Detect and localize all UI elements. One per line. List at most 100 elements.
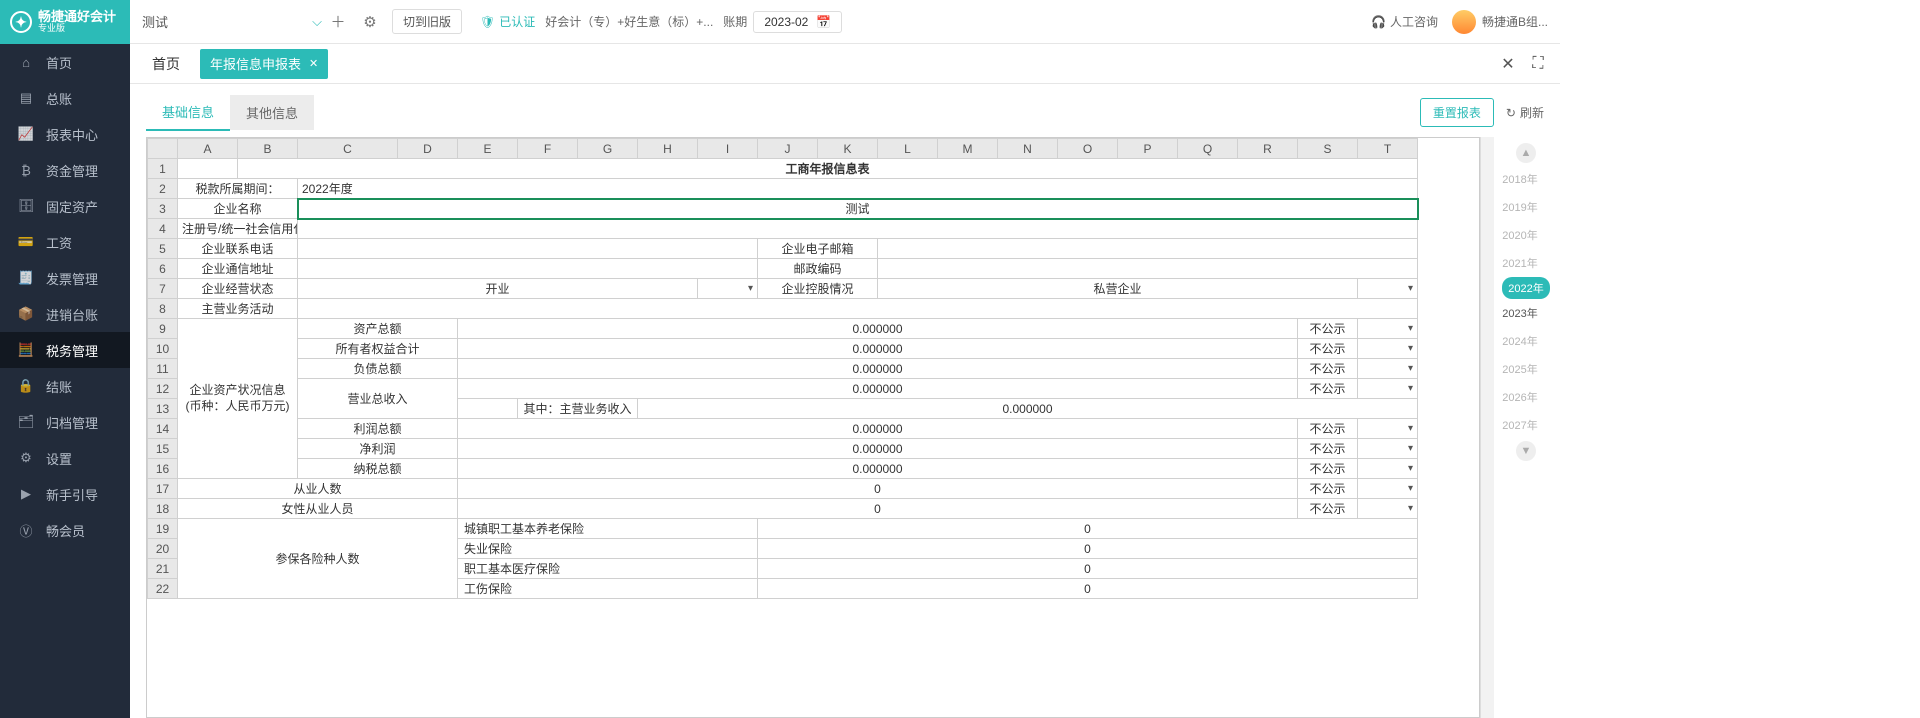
spreadsheet[interactable]: ABCDEFGHIJKLMNOPQRST1工商年报信息表2税款所属期间：2022… [146, 137, 1480, 718]
col-header[interactable]: R [1238, 139, 1298, 159]
period-select[interactable]: 2023-02 📅 [753, 11, 842, 33]
row-header[interactable]: 1 [148, 159, 178, 179]
col-header[interactable]: I [698, 139, 758, 159]
publish-select[interactable]: 不公示 [1298, 499, 1358, 519]
cell-select[interactable]: 私营企业 [878, 279, 1358, 299]
sidebar-item-salary[interactable]: 💳工资 [0, 224, 130, 260]
dropdown-icon[interactable] [698, 279, 758, 299]
publish-select[interactable]: 不公示 [1298, 419, 1358, 439]
row-header[interactable]: 17 [148, 479, 178, 499]
publish-select[interactable]: 不公示 [1298, 479, 1358, 499]
col-header[interactable]: C [298, 139, 398, 159]
row-header[interactable]: 21 [148, 559, 178, 579]
row-header[interactable]: 5 [148, 239, 178, 259]
subtab-basic[interactable]: 基础信息 [146, 94, 230, 131]
vertical-scrollbar[interactable] [1480, 137, 1494, 718]
row-header[interactable]: 14 [148, 419, 178, 439]
row-header[interactable]: 18 [148, 499, 178, 519]
year-item[interactable]: 2025年 [1502, 355, 1549, 383]
col-header[interactable]: G [578, 139, 638, 159]
refresh-button[interactable]: ↻ 刷新 [1506, 104, 1544, 121]
col-header[interactable]: P [1118, 139, 1178, 159]
row-header[interactable]: 9 [148, 319, 178, 339]
gear-icon[interactable]: ⚙ [358, 10, 382, 34]
tab-home[interactable]: 首页 [140, 54, 192, 74]
customer-service-link[interactable]: 🎧 人工咨询 [1371, 13, 1438, 30]
year-item[interactable]: 2027年 [1502, 411, 1549, 439]
cell-input[interactable] [298, 259, 758, 279]
col-header[interactable]: K [818, 139, 878, 159]
row-header[interactable]: 19 [148, 519, 178, 539]
dropdown-icon[interactable] [1358, 439, 1418, 459]
col-header[interactable]: B [238, 139, 298, 159]
dropdown-icon[interactable] [1358, 339, 1418, 359]
sidebar-item-guide[interactable]: ▶新手引导 [0, 476, 130, 512]
year-item[interactable]: 2018年 [1502, 165, 1549, 193]
cell-value[interactable]: 0.000000 [458, 439, 1298, 459]
cell-input[interactable] [878, 239, 1418, 259]
year-item[interactable]: 2024年 [1502, 327, 1549, 355]
row-header[interactable]: 15 [148, 439, 178, 459]
col-header[interactable]: J [758, 139, 818, 159]
year-item[interactable]: 2022年 [1502, 277, 1549, 299]
cell-value[interactable]: 0.000000 [458, 459, 1298, 479]
row-header[interactable]: 8 [148, 299, 178, 319]
sidebar-item-close[interactable]: 🔒结账 [0, 368, 130, 404]
cell-value[interactable]: 0.000000 [458, 359, 1298, 379]
publish-select[interactable]: 不公示 [1298, 439, 1358, 459]
row-header[interactable]: 20 [148, 539, 178, 559]
cell-value[interactable]: 0.000000 [458, 319, 1298, 339]
publish-select[interactable]: 不公示 [1298, 319, 1358, 339]
row-header[interactable]: 3 [148, 199, 178, 219]
company-select[interactable]: 测试 ⌵ [142, 8, 322, 35]
col-header[interactable]: H [638, 139, 698, 159]
cell-value[interactable]: 0.000000 [458, 339, 1298, 359]
col-header[interactable]: M [938, 139, 998, 159]
cell-value[interactable]: 0.000000 [458, 379, 1298, 399]
cell-select[interactable]: 开业 [298, 279, 698, 299]
col-header[interactable]: A [178, 139, 238, 159]
switch-old-version-button[interactable]: 切到旧版 [392, 9, 462, 34]
dropdown-icon[interactable] [1358, 319, 1418, 339]
sidebar-item-tax[interactable]: 🧮税务管理 [0, 332, 130, 368]
col-header[interactable]: O [1058, 139, 1118, 159]
sidebar-item-invoice[interactable]: 🧾发票管理 [0, 260, 130, 296]
col-header[interactable]: F [518, 139, 578, 159]
cell-input[interactable] [298, 239, 758, 259]
cell-input[interactable] [298, 219, 1418, 239]
reset-report-button[interactable]: 重置报表 [1420, 98, 1494, 127]
col-header[interactable]: L [878, 139, 938, 159]
dropdown-icon[interactable] [1358, 419, 1418, 439]
sidebar-item-chart[interactable]: 📈报表中心 [0, 116, 130, 152]
year-item[interactable]: 2021年 [1502, 249, 1549, 277]
close-icon[interactable]: ✕ [309, 57, 318, 70]
row-header[interactable]: 10 [148, 339, 178, 359]
sidebar-item-inventory[interactable]: 📦进销台账 [0, 296, 130, 332]
sidebar-item-ledger[interactable]: ▤总账 [0, 80, 130, 116]
year-item[interactable]: 2019年 [1502, 193, 1549, 221]
row-header[interactable]: 13 [148, 399, 178, 419]
dropdown-icon[interactable] [1358, 279, 1418, 299]
tab-annual-report[interactable]: 年报信息申报表 ✕ [200, 49, 328, 79]
row-header[interactable]: 7 [148, 279, 178, 299]
dropdown-icon[interactable] [1358, 379, 1418, 399]
col-header[interactable]: Q [1178, 139, 1238, 159]
cell-value[interactable]: 0 [758, 539, 1418, 559]
dropdown-icon[interactable] [1358, 499, 1418, 519]
dropdown-icon[interactable] [1358, 359, 1418, 379]
company-name-input[interactable]: 测试 [298, 199, 1418, 219]
cell-value[interactable]: 0.000000 [458, 419, 1298, 439]
col-header[interactable]: E [458, 139, 518, 159]
sidebar-item-settings[interactable]: ⚙设置 [0, 440, 130, 476]
dropdown-icon[interactable] [1358, 459, 1418, 479]
sidebar-item-vip[interactable]: Ⓥ畅会员 [0, 512, 130, 548]
row-header[interactable]: 22 [148, 579, 178, 599]
year-item[interactable]: 2020年 [1502, 221, 1549, 249]
corner-cell[interactable] [148, 139, 178, 159]
col-header[interactable]: S [1298, 139, 1358, 159]
add-icon[interactable]: ＋ [326, 10, 350, 34]
row-header[interactable]: 12 [148, 379, 178, 399]
cell-value[interactable]: 0 [758, 519, 1418, 539]
sidebar-item-archive[interactable]: 🗂归档管理 [0, 404, 130, 440]
col-header[interactable]: T [1358, 139, 1418, 159]
